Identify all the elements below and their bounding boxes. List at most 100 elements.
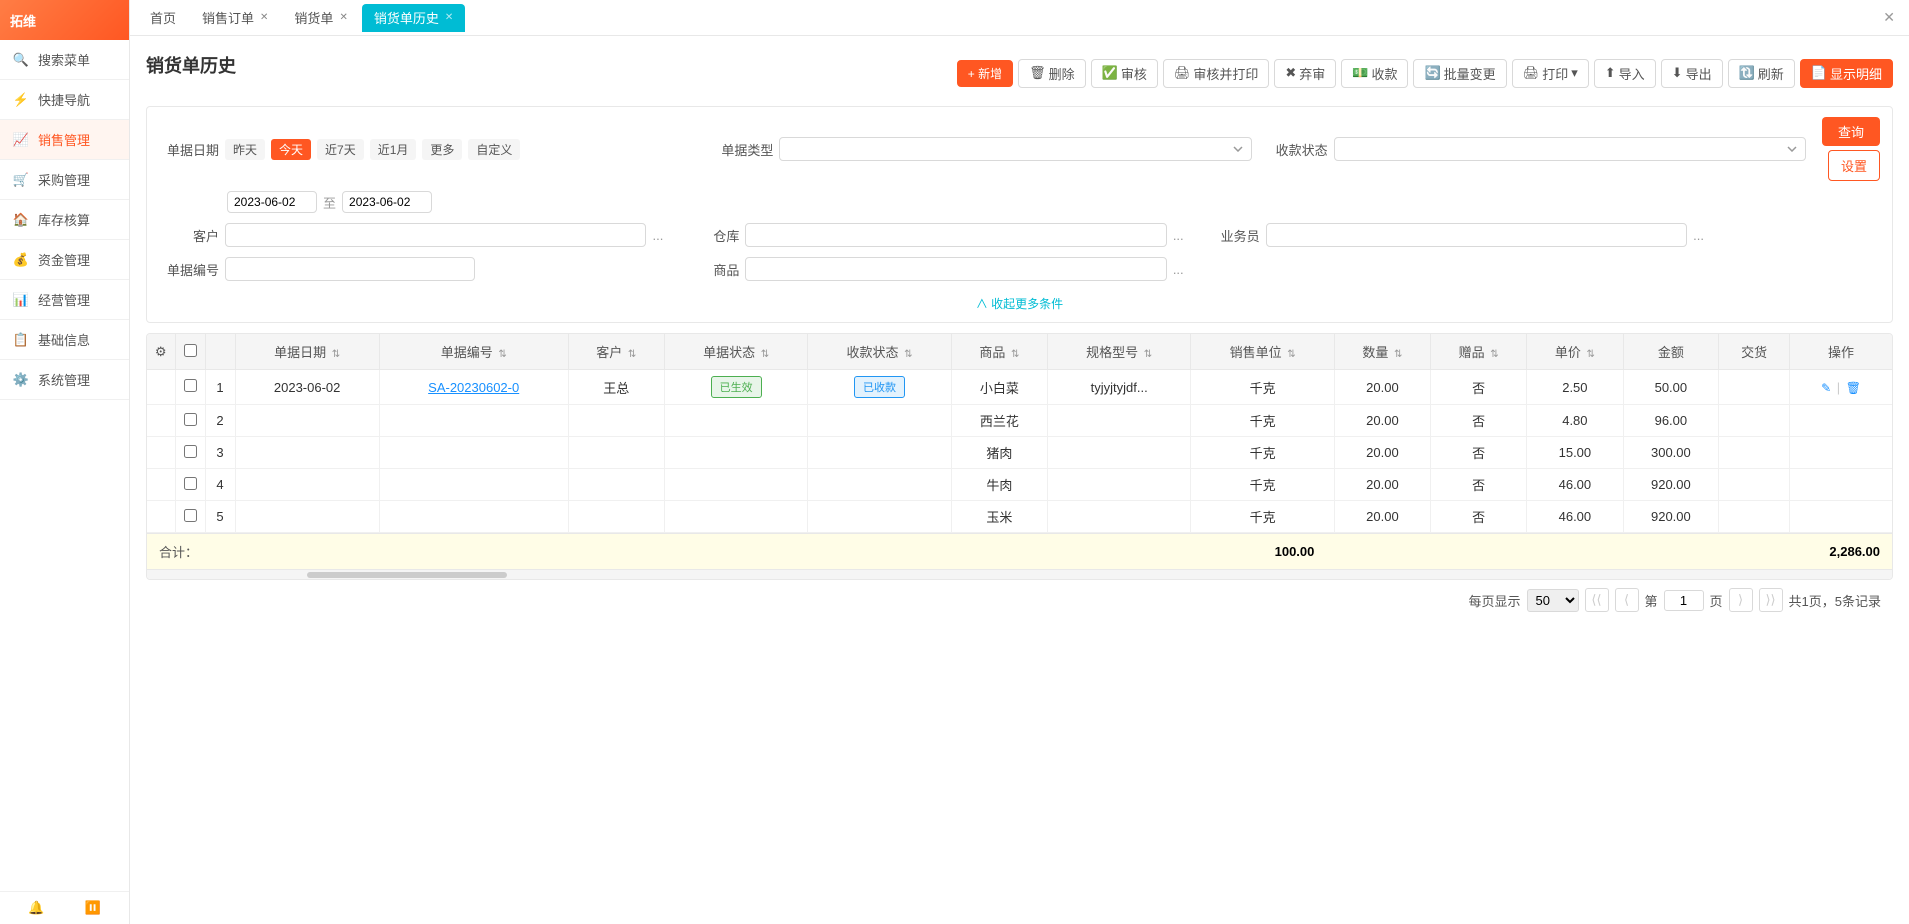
page-size-select[interactable]: 50 100 200	[1527, 589, 1579, 612]
edit-row-button[interactable]: ✎	[1819, 381, 1833, 395]
sidebar-item-inventory[interactable]: 🏠 库存核算	[0, 200, 129, 240]
payment-status-select[interactable]	[1334, 137, 1806, 161]
select-all-checkbox[interactable]	[184, 344, 197, 357]
notification-icon[interactable]: 🔔	[28, 900, 44, 916]
print-button[interactable]: 🖨 打印 ▾	[1512, 59, 1589, 88]
sidebar-item-sys-mgmt[interactable]: ⚙️ 系统管理	[0, 360, 129, 400]
sidebar-item-purchase[interactable]: 🛒 采购管理	[0, 160, 129, 200]
salesperson-picker-icon[interactable]: ...	[1693, 228, 1704, 243]
sidebar-item-search[interactable]: 🔍 搜索菜单	[0, 40, 129, 80]
doc-no-header[interactable]: 单据编号 ⇅	[379, 334, 568, 370]
row-doc-no[interactable]	[379, 501, 568, 533]
add-button[interactable]: + 新增	[957, 60, 1013, 87]
delete-row-button[interactable]: 🗑	[1844, 381, 1863, 395]
collect-button[interactable]: 💵 收款	[1341, 59, 1408, 88]
batch-icon: 🔄	[1424, 65, 1440, 81]
qty-header[interactable]: 数量 ⇅	[1334, 334, 1430, 370]
gift-header[interactable]: 赠品 ⇅	[1431, 334, 1527, 370]
customer-input[interactable]	[225, 223, 646, 247]
goods-picker-icon[interactable]: ...	[1173, 262, 1184, 277]
date-yesterday[interactable]: 昨天	[225, 139, 265, 160]
date-7days[interactable]: 近7天	[317, 139, 364, 160]
goods-header[interactable]: 商品 ⇅	[951, 334, 1047, 370]
unit-header[interactable]: 销售单位 ⇅	[1191, 334, 1334, 370]
sidebar-item-quick-nav[interactable]: ⚡ 快捷导航	[0, 80, 129, 120]
import-button[interactable]: ⬆ 导入	[1594, 59, 1656, 88]
price-header[interactable]: 单价 ⇅	[1527, 334, 1623, 370]
action-header: 操作	[1790, 334, 1892, 370]
salesperson-input[interactable]	[1266, 223, 1687, 247]
export-button[interactable]: ⬇ 导出	[1661, 59, 1723, 88]
sidebar-item-operations[interactable]: 📊 经营管理	[0, 280, 129, 320]
doc-date-header[interactable]: 单据日期 ⇅	[235, 334, 379, 370]
sidebar: 拓维 🔍 搜索菜单 ⚡ 快捷导航 📈 销售管理 🛒 采购管理 🏠 库存核算 💰 …	[0, 0, 130, 924]
date-custom[interactable]: 自定义	[468, 139, 520, 160]
first-page-button[interactable]: ⟨⟨	[1585, 588, 1609, 612]
display-detail-button[interactable]: 📄 显示明细	[1800, 59, 1893, 88]
prev-page-button[interactable]: ⟨	[1615, 588, 1639, 612]
close-tab-sales-order[interactable]: ✕	[260, 12, 268, 23]
doc-no-input[interactable]	[225, 257, 475, 281]
row-qty: 20.00	[1334, 370, 1430, 405]
sidebar-item-base-info[interactable]: 📋 基础信息	[0, 320, 129, 360]
row-checkbox[interactable]	[184, 413, 197, 426]
customer-header[interactable]: 客户 ⇅	[568, 334, 664, 370]
pause-icon[interactable]: ⏸️	[85, 900, 101, 916]
row-doc-no[interactable]	[379, 469, 568, 501]
row-checkbox[interactable]	[184, 379, 197, 392]
review-print-button[interactable]: 🖨 审核并打印	[1163, 59, 1270, 88]
row-doc-no[interactable]	[379, 437, 568, 469]
payment-status-header[interactable]: 收款状态 ⇅	[808, 334, 951, 370]
filter-row-2: 客户 ... 仓库 ... 业务员 ...	[159, 223, 1880, 247]
footer-total-amount: 2,286.00	[1680, 544, 1880, 559]
table-settings-icon[interactable]: ⚙	[147, 334, 175, 370]
sidebar-item-sales[interactable]: 📈 销售管理	[0, 120, 129, 160]
review-button[interactable]: ✅ 审核	[1091, 59, 1158, 88]
filter-doc-no: 单据编号	[159, 257, 663, 281]
close-all-tabs[interactable]: ✕	[1877, 9, 1901, 26]
tab-sales-history[interactable]: 销货单历史 ✕	[362, 4, 465, 32]
refresh-button[interactable]: 🔃 刷新	[1728, 59, 1795, 88]
warehouse-input[interactable]	[745, 223, 1166, 247]
doc-no-link[interactable]: SA-20230602-0	[428, 380, 519, 395]
customer-picker-icon[interactable]: ...	[652, 228, 663, 243]
row-doc-no[interactable]: SA-20230602-0	[379, 370, 568, 405]
query-button[interactable]: 查询	[1822, 117, 1880, 146]
tab-sales-order[interactable]: 销售订单 ✕	[190, 4, 280, 32]
collapse-filter-button[interactable]: ∧ 收起更多条件	[159, 291, 1880, 316]
date-today[interactable]: 今天	[271, 139, 311, 160]
row-price: 2.50	[1527, 370, 1623, 405]
abandon-button[interactable]: ✖ 弃审	[1274, 59, 1336, 88]
horizontal-scrollbar[interactable]	[147, 569, 1892, 579]
page-number-input[interactable]	[1664, 590, 1704, 611]
sort-goods: ⇅	[1011, 349, 1019, 360]
row-checkbox[interactable]	[184, 509, 197, 522]
gear-icon: ⚙️	[12, 371, 30, 389]
tab-sales-goods[interactable]: 销货单 ✕	[282, 4, 359, 32]
set-button[interactable]: 设置	[1828, 150, 1880, 181]
close-tab-sales-history[interactable]: ✕	[445, 12, 453, 23]
date-more[interactable]: 更多	[422, 139, 462, 160]
row-checkbox[interactable]	[184, 445, 197, 458]
warehouse-picker-icon[interactable]: ...	[1173, 228, 1184, 243]
row-checkbox[interactable]	[184, 477, 197, 490]
date-1month[interactable]: 近1月	[370, 139, 417, 160]
doc-status-header[interactable]: 单据状态 ⇅	[664, 334, 807, 370]
spec-header[interactable]: 规格型号 ⇅	[1047, 334, 1190, 370]
sort-doc-status: ⇅	[761, 349, 769, 360]
scrollbar-thumb[interactable]	[307, 572, 507, 578]
doc-icon: 📋	[12, 331, 30, 349]
row-doc-no[interactable]	[379, 405, 568, 437]
date-to-input[interactable]	[342, 191, 432, 213]
date-from-input[interactable]	[227, 191, 317, 213]
select-all-header[interactable]	[175, 334, 205, 370]
close-tab-sales-goods[interactable]: ✕	[339, 12, 347, 23]
last-page-button[interactable]: ⟩⟩	[1759, 588, 1783, 612]
sidebar-item-finance[interactable]: 💰 资金管理	[0, 240, 129, 280]
batch-change-button[interactable]: 🔄 批量变更	[1413, 59, 1506, 88]
tab-home[interactable]: 首页	[138, 4, 188, 32]
doc-type-select[interactable]	[779, 137, 1251, 161]
delete-button[interactable]: 🗑 删除	[1018, 59, 1086, 88]
goods-input[interactable]	[745, 257, 1166, 281]
next-page-button[interactable]: ⟩	[1729, 588, 1753, 612]
